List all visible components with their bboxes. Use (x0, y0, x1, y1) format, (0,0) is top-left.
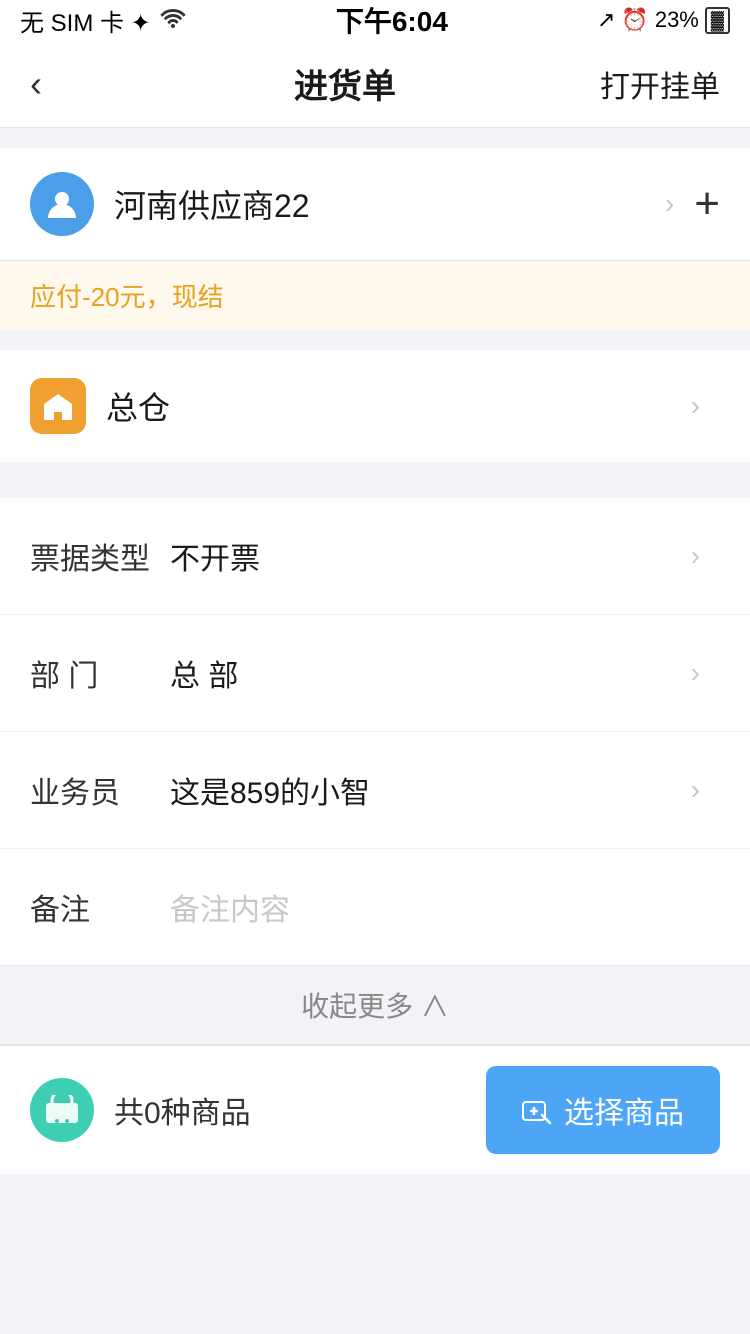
back-button[interactable]: ‹ (30, 63, 90, 105)
collapse-label: 收起更多 ∧ (301, 985, 449, 1025)
product-count: 共0种商品 (114, 1088, 486, 1132)
invoice-type-value: 不开票 (170, 534, 691, 578)
warehouse-name: 总仓 (106, 383, 691, 429)
supplier-section: 河南供应商22 › + 应付-20元，现结 (0, 148, 750, 330)
collapse-bar[interactable]: 收起更多 ∧ (0, 965, 750, 1045)
form-section: 票据类型 不开票 › 部 门 总 部 › 业务员 这是859的小智 › 备注 备… (0, 498, 750, 965)
page-title: 进货单 (294, 59, 396, 108)
battery-text: 23% (655, 7, 699, 33)
select-product-button[interactable]: 选择商品 (486, 1066, 720, 1154)
remark-row[interactable]: 备注 备注内容 (0, 849, 750, 965)
notice-bar: 应付-20元，现结 (0, 261, 750, 330)
location-icon: ↗ (597, 7, 615, 33)
department-row[interactable]: 部 门 总 部 › (0, 615, 750, 732)
wifi-icon (159, 6, 187, 35)
alarm-icon: ⏰ (621, 7, 648, 33)
signal-text: 无 SIM 卡 ✦ (20, 3, 151, 38)
bottom-bar: 共0种商品 选择商品 (0, 1045, 750, 1174)
section-gap-3 (0, 462, 750, 482)
select-product-label: 选择商品 (564, 1088, 684, 1132)
salesperson-chevron-icon: › (691, 774, 700, 806)
person-icon (44, 186, 80, 222)
status-right: ↗ ⏰ 23% ▓ (597, 7, 730, 34)
supplier-name: 河南供应商22 (114, 181, 665, 227)
battery-icon: ▓ (705, 7, 730, 34)
main-content: 河南供应商22 › + 应付-20元，现结 总仓 › 票据类型 不开票 › 部 … (0, 128, 750, 1334)
warehouse-chevron-icon: › (691, 390, 700, 422)
invoice-type-label: 票据类型 (30, 534, 170, 578)
remark-input[interactable]: 备注内容 (170, 885, 720, 929)
status-bar: 无 SIM 卡 ✦ 下午6:04 ↗ ⏰ 23% ▓ (0, 0, 750, 40)
invoice-type-chevron-icon: › (691, 540, 700, 572)
cart-icon (44, 1095, 80, 1125)
house-icon (42, 392, 74, 420)
add-button[interactable]: + (694, 182, 720, 226)
warehouse-row[interactable]: 总仓 › (0, 350, 750, 462)
salesperson-value: 这是859的小智 (170, 768, 691, 812)
warehouse-icon (30, 378, 86, 434)
status-left: 无 SIM 卡 ✦ (20, 3, 187, 38)
supplier-avatar (30, 172, 94, 236)
invoice-type-row[interactable]: 票据类型 不开票 › (0, 498, 750, 615)
department-chevron-icon: › (691, 657, 700, 689)
supplier-chevron-icon: › (665, 188, 674, 220)
open-pending-button[interactable]: 打开挂单 (600, 62, 720, 106)
department-label: 部 门 (30, 651, 170, 695)
status-time: 下午6:04 (336, 0, 448, 40)
product-icon-wrap (30, 1078, 94, 1142)
section-gap-2 (0, 330, 750, 350)
remark-label: 备注 (30, 885, 170, 929)
select-product-icon (522, 1093, 554, 1127)
nav-bar: ‹ 进货单 打开挂单 (0, 40, 750, 128)
section-gap-1 (0, 128, 750, 148)
department-value: 总 部 (170, 651, 691, 695)
salesperson-row[interactable]: 业务员 这是859的小智 › (0, 732, 750, 849)
supplier-row[interactable]: 河南供应商22 › + (0, 148, 750, 261)
salesperson-label: 业务员 (30, 768, 170, 812)
